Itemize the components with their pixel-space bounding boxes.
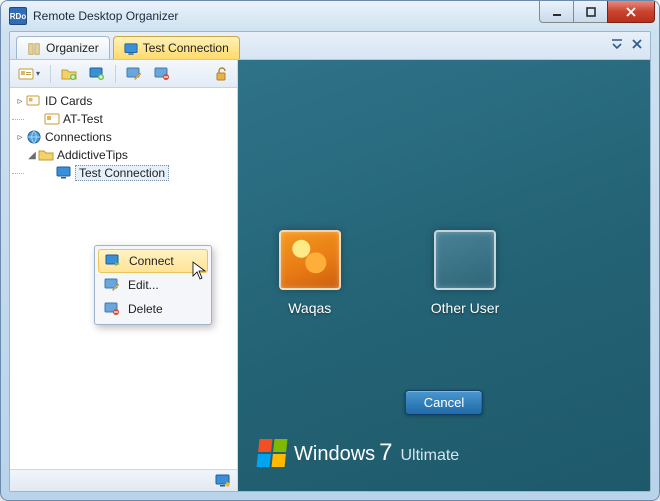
- monitor-icon: [215, 473, 231, 489]
- minimize-icon: [551, 6, 563, 18]
- toolbar-lock-button[interactable]: [209, 63, 233, 85]
- tab-strip-controls: [610, 37, 644, 51]
- cursor-icon: [192, 261, 208, 284]
- chevron-down-bar-icon: [610, 37, 624, 51]
- x-icon: [630, 37, 644, 51]
- toolbar-separator: [115, 65, 116, 83]
- titlebar: RDo Remote Desktop Organizer: [1, 1, 659, 31]
- windows-branding: Windows 7 Ultimate: [258, 439, 459, 467]
- folder-icon: [38, 147, 54, 163]
- close-button[interactable]: [607, 1, 655, 23]
- user-name: Waqas: [288, 300, 331, 316]
- context-menu: Connect Edit... Delete: [94, 245, 212, 325]
- tab-label: Test Connection: [143, 37, 229, 59]
- avatar: [279, 230, 341, 290]
- brand-edition: Ultimate: [401, 447, 460, 465]
- toolbar-identity-button[interactable]: ▾: [14, 63, 44, 85]
- globe-icon: [26, 129, 42, 145]
- monitor-minus-icon: [154, 66, 170, 82]
- sidebar: ▾: [10, 60, 238, 491]
- toolbar-new-connection-button[interactable]: [85, 63, 109, 85]
- user-name: Other User: [431, 300, 499, 316]
- chevron-down-icon: ▾: [36, 69, 40, 78]
- tab-organizer[interactable]: Organizer: [16, 36, 110, 59]
- disclosure-closed-icon[interactable]: ▹: [14, 132, 26, 143]
- tree-node-connections[interactable]: ▹ Connections: [12, 128, 235, 146]
- book-icon: [27, 41, 41, 55]
- tree-node-addictivetips[interactable]: ◢ AddictiveTips: [12, 146, 235, 164]
- brand-text: Windows 7 Ultimate: [294, 439, 459, 467]
- tab-menu-button[interactable]: [610, 37, 624, 51]
- id-cards-icon: [26, 93, 42, 109]
- tree-label: AddictiveTips: [57, 148, 128, 162]
- tab-label: Organizer: [46, 37, 99, 59]
- menu-label: Edit...: [128, 278, 159, 292]
- tab-close-button[interactable]: [630, 37, 644, 51]
- menu-label: Connect: [129, 254, 174, 268]
- disclosure-closed-icon[interactable]: ▹: [14, 96, 26, 107]
- minimize-button[interactable]: [539, 1, 573, 23]
- monitor-delete-icon: [104, 301, 120, 317]
- toolbar-edit-button[interactable]: [122, 63, 146, 85]
- tab-strip: Organizer Test Connection: [10, 32, 650, 60]
- sidebar-toolbar: ▾: [10, 60, 237, 88]
- cancel-button[interactable]: Cancel: [405, 390, 483, 415]
- user-tile-waqas[interactable]: Waqas: [279, 230, 341, 316]
- monitor-edit-icon: [104, 277, 120, 293]
- windows-flag-icon: [257, 439, 288, 467]
- tree-label: ID Cards: [45, 94, 92, 108]
- tree-label: AT-Test: [63, 112, 103, 126]
- window-controls: [539, 1, 655, 23]
- monitor-connect-icon: [105, 253, 121, 269]
- monitor-icon: [56, 165, 72, 181]
- client-area: Organizer Test Connection: [9, 31, 651, 492]
- window-title: Remote Desktop Organizer: [33, 9, 178, 23]
- sidebar-status-strip: [10, 469, 237, 491]
- toolbar-delete-button[interactable]: [150, 63, 174, 85]
- toolbar-new-folder-button[interactable]: [57, 63, 81, 85]
- user-tiles: Waqas Other User: [238, 230, 650, 316]
- monitor-icon: [124, 41, 138, 55]
- monitor-pencil-icon: [126, 66, 142, 82]
- tree-label: Connections: [45, 130, 112, 144]
- brand-seven: 7: [379, 439, 392, 467]
- tree-node-test-connection[interactable]: Test Connection: [12, 164, 235, 182]
- maximize-button[interactable]: [573, 1, 607, 23]
- close-icon: [625, 6, 637, 18]
- monitor-plus-icon: [89, 66, 105, 82]
- brand-windows: Windows: [294, 443, 375, 466]
- menu-label: Delete: [128, 302, 163, 316]
- avatar: [434, 230, 496, 290]
- folder-plus-icon: [61, 66, 77, 82]
- menu-item-delete[interactable]: Delete: [98, 297, 208, 321]
- tree-view[interactable]: ▹ ID Cards AT-Test ▹: [10, 88, 237, 469]
- remote-desktop-view: Waqas Other User Cancel Windows 7 Ultima…: [238, 60, 650, 491]
- toolbar-separator: [50, 65, 51, 83]
- app-icon: RDo: [9, 7, 27, 25]
- disclosure-open-icon[interactable]: ◢: [26, 150, 38, 161]
- tab-test-connection[interactable]: Test Connection: [113, 36, 240, 59]
- body-split: ▾: [10, 60, 650, 491]
- user-tile-other[interactable]: Other User: [431, 230, 499, 316]
- maximize-icon: [585, 6, 597, 18]
- id-card-icon: [18, 66, 34, 82]
- tree-node-id-cards[interactable]: ▹ ID Cards: [12, 92, 235, 110]
- tree-node-at-test[interactable]: AT-Test: [12, 110, 235, 128]
- unlock-icon: [213, 66, 229, 82]
- id-card-icon: [44, 111, 60, 127]
- tree-label: Test Connection: [75, 165, 169, 181]
- app-window: RDo Remote Desktop Organizer Organizer: [0, 0, 660, 501]
